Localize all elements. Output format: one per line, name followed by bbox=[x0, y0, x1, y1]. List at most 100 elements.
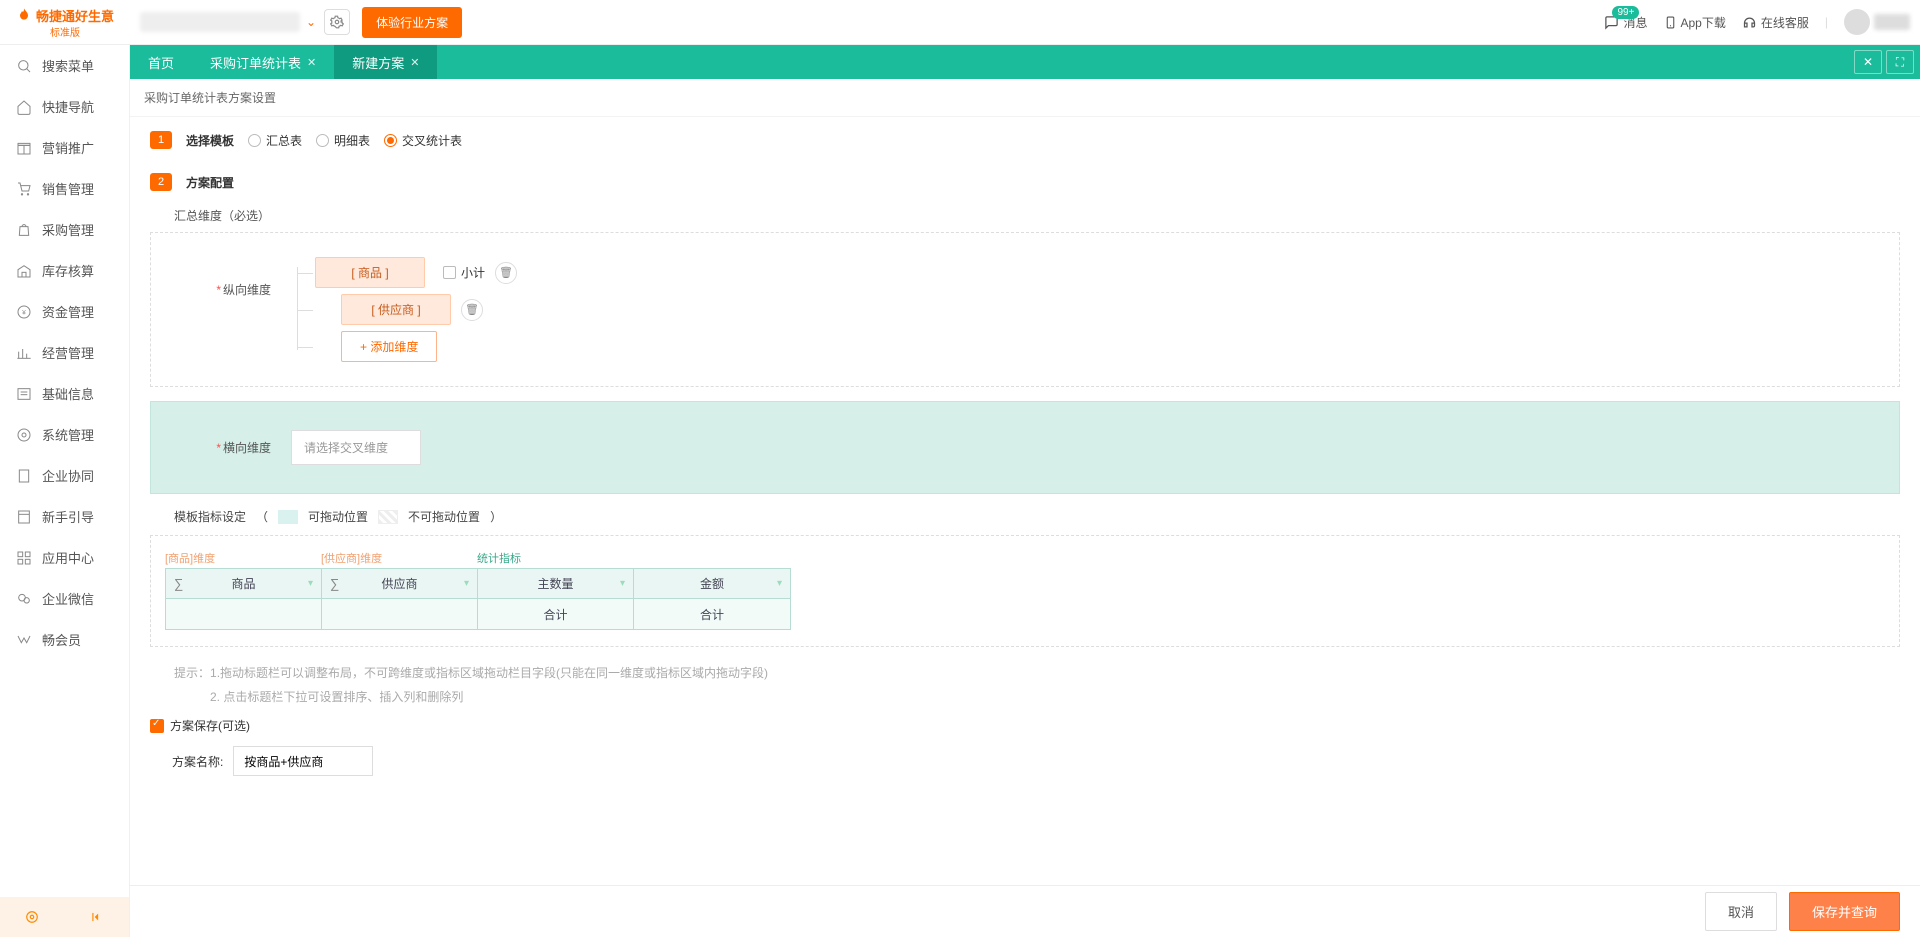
subtotal-checkbox[interactable]: 小计 bbox=[443, 264, 485, 281]
dim-tag-supplier[interactable]: [ 供应商 ] bbox=[341, 294, 451, 325]
trial-button[interactable]: 体验行业方案 bbox=[362, 7, 462, 38]
horizontal-dim-box: 横向维度 请选择交叉维度 bbox=[150, 401, 1900, 494]
settings-button[interactable] bbox=[324, 9, 350, 35]
tab-home[interactable]: 首页 bbox=[130, 45, 192, 79]
chevron-down-icon[interactable]: ▾ bbox=[308, 578, 313, 589]
bag-icon bbox=[16, 222, 32, 238]
not-draggable-swatch-icon bbox=[378, 510, 398, 524]
sidebar-item-funds[interactable]: ¥资金管理 bbox=[0, 291, 129, 332]
messages-link[interactable]: 99+ 消息 bbox=[1604, 14, 1647, 31]
add-dimension-button[interactable]: + 添加维度 bbox=[341, 331, 437, 362]
sidebar-item-operation[interactable]: 经营管理 bbox=[0, 332, 129, 373]
gift-icon bbox=[16, 140, 32, 156]
radio-summary[interactable]: 汇总表 bbox=[248, 132, 302, 149]
chevron-down-icon[interactable]: ▾ bbox=[464, 578, 469, 589]
col-group-product: [商品]维度 bbox=[165, 550, 321, 566]
cart-icon bbox=[16, 181, 32, 197]
total-cell bbox=[322, 599, 478, 629]
warehouse-icon bbox=[16, 263, 32, 279]
col-header-qty[interactable]: 主数量▾ bbox=[478, 569, 634, 599]
draggable-swatch-icon bbox=[278, 510, 298, 524]
step2-badge: 2 bbox=[150, 173, 172, 191]
save-scheme-checkbox[interactable]: 方案保存(可选) bbox=[150, 717, 1900, 734]
close-icon[interactable]: ✕ bbox=[410, 56, 419, 69]
col-header-amount[interactable]: 金额▾ bbox=[634, 569, 790, 599]
gear-icon bbox=[25, 910, 39, 924]
flame-icon bbox=[16, 7, 32, 23]
messages-badge: 99+ bbox=[1612, 6, 1639, 19]
total-cell: 合计 bbox=[478, 599, 634, 629]
sidebar-item-inventory[interactable]: 库存核算 bbox=[0, 250, 129, 291]
app-header: 畅捷通好生意 标准版 ⌄ 体验行业方案 99+ 消息 App下载 在线客服 bbox=[0, 0, 1920, 45]
sidebar-item-shortcut[interactable]: 快捷导航 bbox=[0, 86, 129, 127]
vertical-dim-label: 纵向维度 bbox=[171, 251, 271, 298]
building-icon bbox=[16, 468, 32, 484]
sidebar-item-search[interactable]: 搜索菜单 bbox=[0, 45, 129, 86]
radio-cross[interactable]: 交叉统计表 bbox=[384, 132, 462, 149]
horizontal-dim-label: 横向维度 bbox=[171, 439, 271, 456]
col-group-stats: 统计指标 bbox=[477, 550, 521, 566]
sidebar-item-marketing[interactable]: 营销推广 bbox=[0, 127, 129, 168]
col-header-supplier[interactable]: ∑供应商▾ bbox=[322, 569, 478, 599]
gear-icon bbox=[330, 15, 344, 29]
chevron-down-icon[interactable]: ▾ bbox=[620, 578, 625, 589]
sidebar-settings-button[interactable] bbox=[0, 897, 65, 937]
close-icon[interactable]: ✕ bbox=[307, 56, 316, 69]
chevron-down-icon[interactable]: ▾ bbox=[777, 578, 782, 589]
online-service-link[interactable]: 在线客服 bbox=[1742, 14, 1809, 31]
book-icon bbox=[16, 509, 32, 525]
checkbox-checked-icon bbox=[150, 719, 164, 733]
sidebar-item-collab[interactable]: 企业协同 bbox=[0, 455, 129, 496]
grid-icon bbox=[16, 550, 32, 566]
app-download-link[interactable]: App下载 bbox=[1664, 14, 1726, 31]
chart-icon bbox=[16, 345, 32, 361]
list-icon bbox=[16, 386, 32, 402]
save-query-button[interactable]: 保存并查询 bbox=[1789, 892, 1900, 931]
scheme-name-input[interactable] bbox=[233, 746, 373, 776]
org-selector[interactable]: ⌄ bbox=[140, 12, 316, 32]
summary-dim-title: 汇总维度（必选） bbox=[150, 201, 1900, 232]
sidebar-item-apps[interactable]: 应用中心 bbox=[0, 537, 129, 578]
col-header-product[interactable]: ∑商品▾ bbox=[166, 569, 322, 599]
app-download-label: App下载 bbox=[1681, 14, 1726, 31]
dim-tag-product[interactable]: [ 商品 ] bbox=[315, 257, 425, 288]
tab-bar: 首页 采购订单统计表✕ 新建方案✕ ✕ ⛶ bbox=[130, 45, 1920, 79]
chevron-down-icon: ⌄ bbox=[306, 15, 316, 29]
step1-row: 1 选择模板 汇总表 明细表 交叉统计表 bbox=[150, 117, 1900, 159]
brand-text: 畅捷通好生意 bbox=[36, 6, 114, 25]
home-icon bbox=[16, 99, 32, 115]
cancel-button[interactable]: 取消 bbox=[1705, 892, 1777, 931]
delete-dim-button[interactable]: 🗑 bbox=[495, 262, 517, 284]
tab-fullscreen-button[interactable]: ⛶ bbox=[1886, 50, 1914, 74]
breadcrumb: 采购订单统计表方案设置 bbox=[130, 79, 1920, 117]
cog-icon bbox=[16, 427, 32, 443]
sigma-icon: ∑ bbox=[330, 576, 339, 591]
tab-purchase-stats[interactable]: 采购订单统计表✕ bbox=[192, 45, 334, 79]
sidebar-item-wechat[interactable]: 企业微信 bbox=[0, 578, 129, 619]
sidebar-item-member[interactable]: 畅会员 bbox=[0, 619, 129, 660]
username-blurred bbox=[1874, 14, 1910, 30]
sidebar-item-guide[interactable]: 新手引导 bbox=[0, 496, 129, 537]
avatar-icon bbox=[1844, 9, 1870, 35]
step1-badge: 1 bbox=[150, 131, 172, 149]
vip-icon bbox=[16, 632, 32, 648]
sidebar-collapse-button[interactable] bbox=[65, 897, 130, 937]
sidebar-item-sales[interactable]: 销售管理 bbox=[0, 168, 129, 209]
sigma-icon: ∑ bbox=[174, 576, 183, 591]
sidebar-item-purchase[interactable]: 采购管理 bbox=[0, 209, 129, 250]
tab-close-all-button[interactable]: ✕ bbox=[1854, 50, 1882, 74]
sidebar-item-system[interactable]: 系统管理 bbox=[0, 414, 129, 455]
search-icon bbox=[16, 58, 32, 74]
cross-dim-select[interactable]: 请选择交叉维度 bbox=[291, 430, 421, 465]
delete-dim-button[interactable]: 🗑 bbox=[461, 299, 483, 321]
coin-icon: ¥ bbox=[16, 304, 32, 320]
footer-actions: 取消 保存并查询 bbox=[130, 885, 1920, 937]
sidebar-item-basic[interactable]: 基础信息 bbox=[0, 373, 129, 414]
total-cell bbox=[166, 599, 322, 629]
scheme-name-label: 方案名称: bbox=[172, 753, 223, 770]
tab-new-scheme[interactable]: 新建方案✕ bbox=[334, 45, 437, 79]
step2-title: 方案配置 bbox=[186, 174, 234, 191]
user-menu[interactable] bbox=[1844, 9, 1910, 35]
sidebar: 搜索菜单 快捷导航 营销推广 销售管理 采购管理 库存核算 ¥资金管理 经营管理… bbox=[0, 45, 130, 937]
radio-detail[interactable]: 明细表 bbox=[316, 132, 370, 149]
